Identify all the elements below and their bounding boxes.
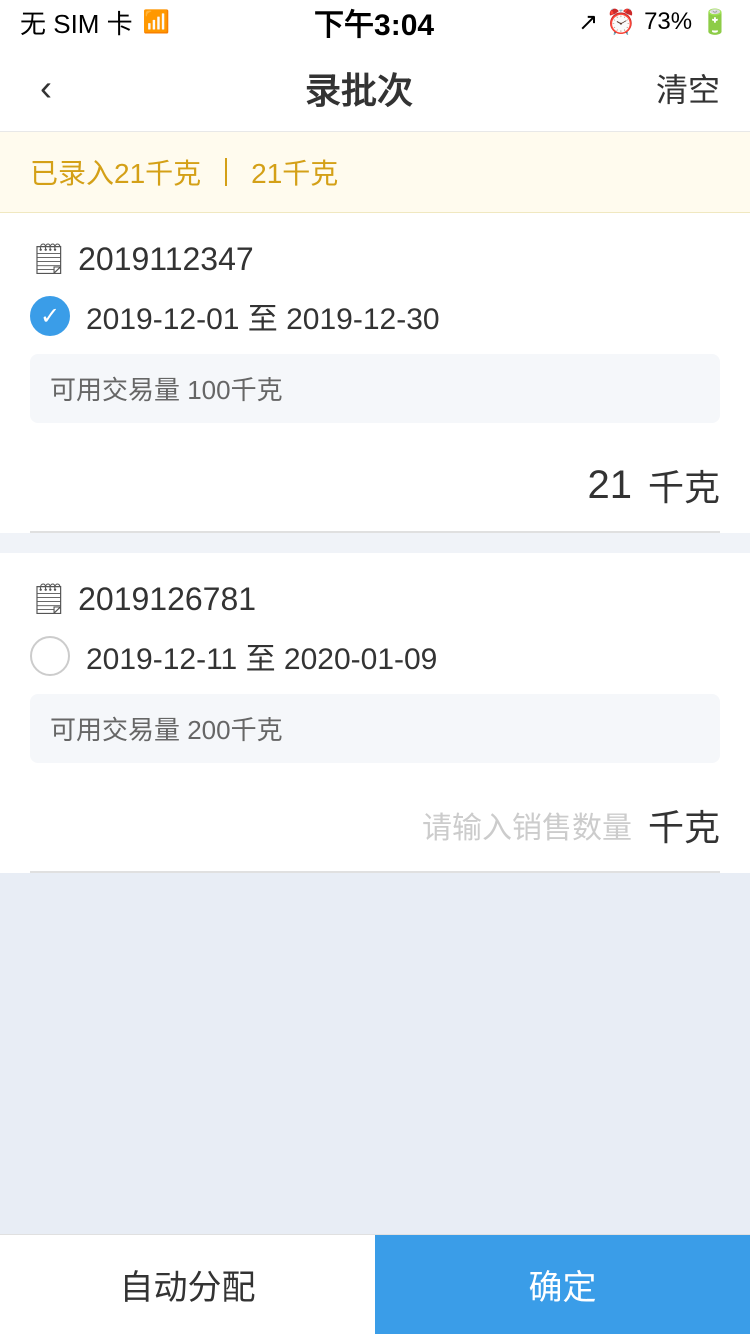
batch-id-2: 2019126781 <box>78 581 256 618</box>
carrier-text: 无 SIM 卡 <box>20 4 133 41</box>
batch-id-icon-2: 🗒 <box>30 582 68 617</box>
batch-availability-2: 可用交易量 200千克 <box>30 694 720 763</box>
location-icon: ↗ <box>578 8 598 37</box>
batch-header-1: 🗒 2019112347 <box>0 213 750 286</box>
status-right: ↗ ⏰ 73% 🔋 <box>578 8 730 37</box>
quantity-input-1[interactable] <box>492 463 632 508</box>
nav-bar: ‹ 录批次 清空 <box>0 44 750 132</box>
summary-banner: 已录入21千克 21千克 <box>0 132 750 213</box>
checkmark-icon-1: ✓ <box>40 302 60 331</box>
page-title: 录批次 <box>305 62 413 114</box>
summary-total: 21千克 <box>251 152 338 192</box>
batch-id-icon-1: 🗒 <box>30 242 68 277</box>
batch-date-2: 2019-12-11 至 2020-01-09 <box>86 634 437 678</box>
summary-divider <box>225 158 227 186</box>
batch-header-2: 🗒 2019126781 <box>0 553 750 626</box>
batch-availability-1: 可用交易量 100千克 <box>30 354 720 423</box>
alarm-icon: ⏰ <box>606 8 636 37</box>
batch-id-1: 2019112347 <box>78 241 254 278</box>
battery-icon: 🔋 <box>700 8 730 37</box>
batch-radio-1[interactable]: ✓ <box>30 296 70 336</box>
quantity-unit-1: 千克 <box>648 459 720 511</box>
batch-date-row-2[interactable]: 2019-12-11 至 2020-01-09 <box>0 626 750 686</box>
batch-date-1: 2019-12-01 至 2019-12-30 <box>86 294 440 338</box>
status-carrier: 无 SIM 卡 📶 <box>20 4 170 41</box>
battery-text: 73% <box>644 8 692 36</box>
clear-button[interactable]: 清空 <box>656 65 720 111</box>
auto-distribute-button[interactable]: 自动分配 <box>0 1235 375 1334</box>
quantity-placeholder-2: 请输入销售数量 <box>30 803 632 847</box>
section-gap <box>0 533 750 553</box>
batch-radio-2[interactable] <box>30 636 70 676</box>
quantity-row-2: 请输入销售数量 千克 <box>0 783 750 871</box>
batch-card-1: 🗒 2019112347 ✓ 2019-12-01 至 2019-12-30 可… <box>0 213 750 533</box>
back-button[interactable]: ‹ <box>30 57 62 119</box>
status-bar: 无 SIM 卡 📶 下午3:04 ↗ ⏰ 73% 🔋 <box>0 0 750 44</box>
batch-date-row-1[interactable]: ✓ 2019-12-01 至 2019-12-30 <box>0 286 750 346</box>
confirm-button[interactable]: 确定 <box>375 1235 750 1334</box>
summary-recorded: 已录入21千克 <box>30 152 201 192</box>
status-time: 下午3:04 <box>314 0 434 44</box>
footer: 自动分配 确定 <box>0 1234 750 1334</box>
wifi-icon: 📶 <box>143 9 170 35</box>
quantity-row-1: 千克 <box>0 443 750 531</box>
batch-card-2: 🗒 2019126781 2019-12-11 至 2020-01-09 可用交… <box>0 553 750 873</box>
quantity-unit-2: 千克 <box>648 799 720 851</box>
